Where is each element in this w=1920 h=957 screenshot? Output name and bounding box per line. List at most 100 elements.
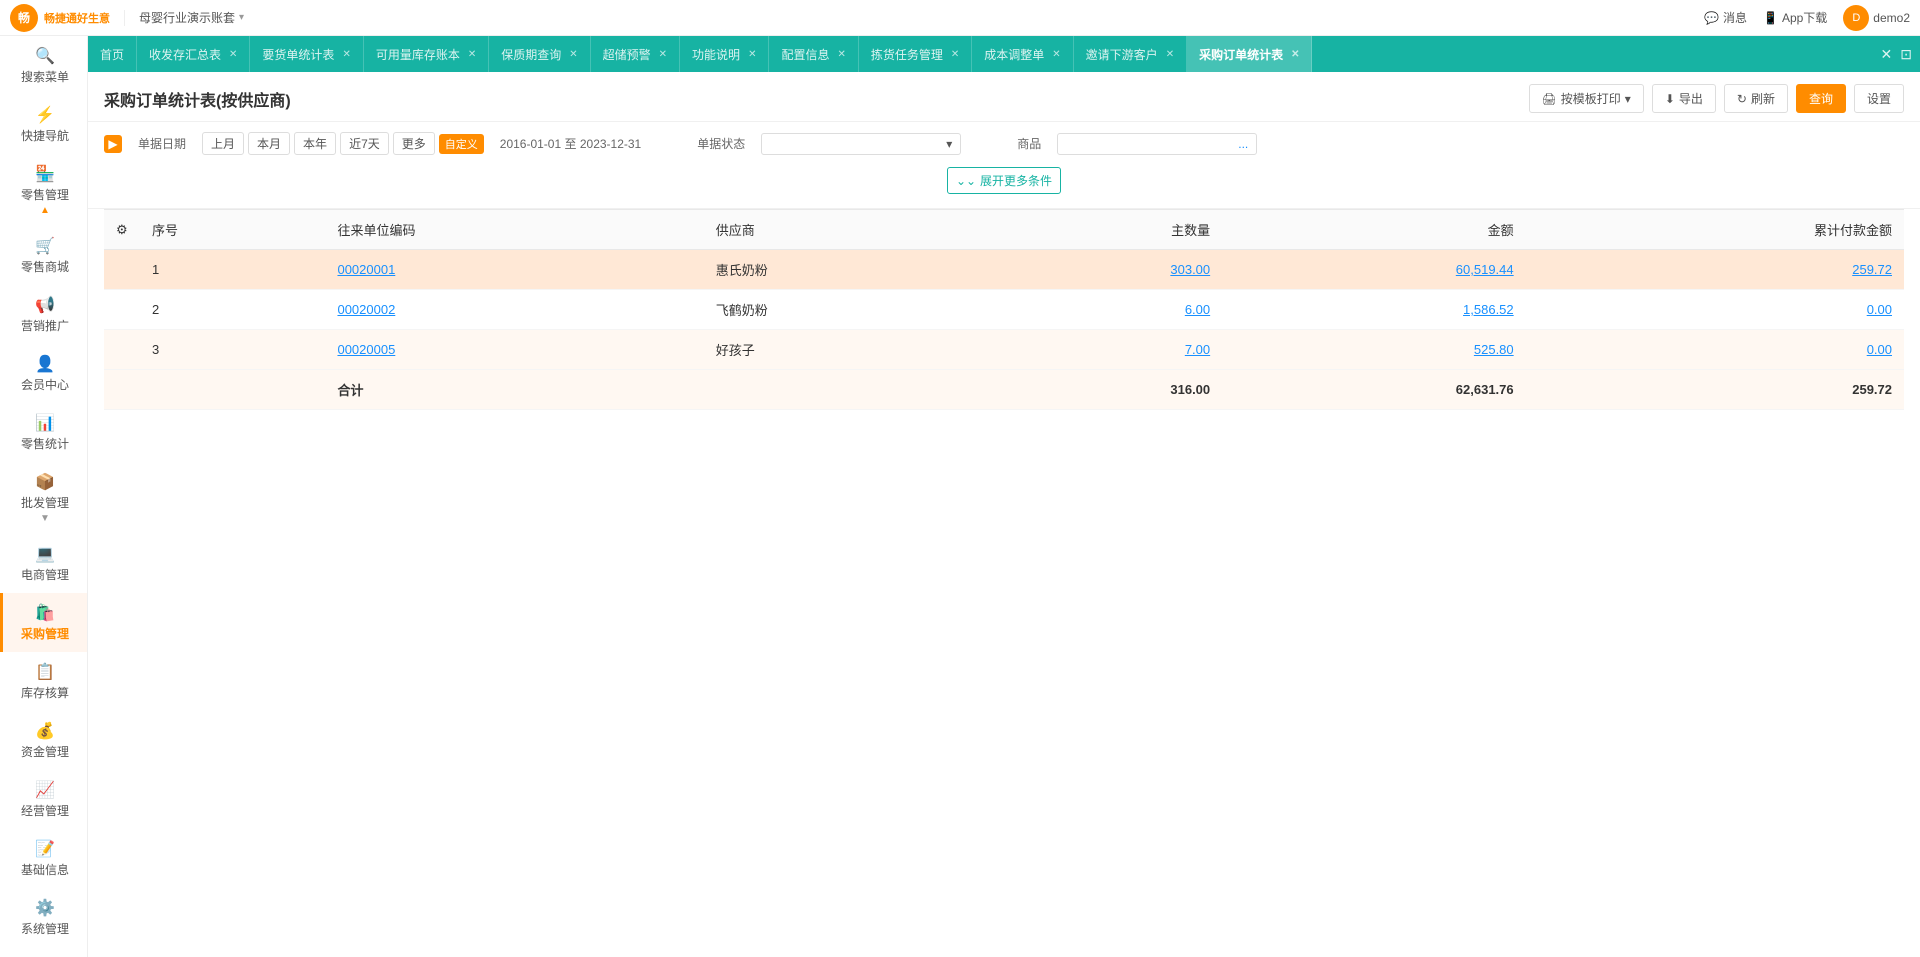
sidebar-item-quick-nav[interactable]: ⚡ 快捷导航 — [0, 95, 87, 154]
row2-amount[interactable]: 1,586.52 — [1222, 290, 1526, 330]
table-row[interactable]: 3 00020005 好孩子 7.00 525.80 — [104, 330, 1904, 370]
date-btn-last-month[interactable]: 上月 — [202, 132, 244, 155]
filter-toggle-icon[interactable]: ▶ — [104, 135, 122, 153]
sidebar-retail-mgmt-label: 零售管理 — [21, 186, 69, 203]
row2-paid-amount-link[interactable]: 0.00 — [1867, 302, 1892, 317]
row2-supplier-code-link[interactable]: 00020002 — [337, 302, 395, 317]
sidebar-item-inventory[interactable]: 📋 库存核算 — [0, 652, 87, 711]
tab-collect-send[interactable]: 收发存汇总表 ✕ — [137, 36, 250, 72]
tab-available-inventory-close-icon[interactable]: ✕ — [468, 49, 476, 60]
quick-nav-icon: ⚡ — [35, 105, 55, 125]
sidebar-item-search[interactable]: 🔍 搜索菜单 — [0, 36, 87, 95]
tab-cost-adjust[interactable]: 成本调整单 ✕ — [972, 36, 1073, 72]
col-settings[interactable]: ⚙ — [104, 210, 140, 250]
row2-amount-link[interactable]: 1,586.52 — [1463, 302, 1514, 317]
table-row[interactable]: 2 00020002 飞鹤奶粉 6.00 1,586.52 — [104, 290, 1904, 330]
row3-supplier-code-link[interactable]: 00020005 — [337, 342, 395, 357]
tab-func-desc[interactable]: 功能说明 ✕ — [680, 36, 769, 72]
tab-overstock-close-icon[interactable]: ✕ — [659, 49, 667, 60]
tab-invite-downstream[interactable]: 邀请下游客户 ✕ — [1074, 36, 1187, 72]
tab-cost-adjust-close-icon[interactable]: ✕ — [1052, 49, 1060, 60]
row3-amount-link[interactable]: 525.80 — [1474, 342, 1514, 357]
sidebar-item-basic-info[interactable]: 📝 基础信息 — [0, 829, 87, 888]
tab-overstock[interactable]: 超储预警 ✕ — [591, 36, 680, 72]
tab-available-inventory[interactable]: 可用量库存账本 ✕ — [364, 36, 489, 72]
row2-settings-cell — [104, 290, 140, 330]
export-btn[interactable]: ⬇ 导出 — [1652, 84, 1716, 113]
settings-btn[interactable]: 设置 — [1854, 84, 1904, 113]
tab-home[interactable]: 首页 — [88, 36, 137, 72]
tab-pick-task[interactable]: 拣货任务管理 ✕ — [859, 36, 972, 72]
workspace-selector[interactable]: 母婴行业演示账套 ▾ — [139, 9, 244, 26]
col-settings-icon[interactable]: ⚙ — [116, 222, 128, 237]
date-btn-more[interactable]: 更多 — [393, 132, 435, 155]
date-btn-this-year[interactable]: 本年 — [294, 132, 336, 155]
tab-purchase-order-stats[interactable]: 采购订单统计表 ✕ — [1187, 36, 1312, 72]
row3-amount[interactable]: 525.80 — [1222, 330, 1526, 370]
retail-mgmt-icon: 🏪 — [35, 164, 55, 184]
table-row[interactable]: 1 00020001 惠氏奶粉 303.00 60,519.44 — [104, 250, 1904, 290]
sidebar-item-retail-stats[interactable]: 📊 零售统计 — [0, 403, 87, 462]
sidebar-item-member[interactable]: 👤 会员中心 — [0, 344, 87, 403]
status-select[interactable]: ▾ — [761, 133, 961, 155]
tab-purchase-order-stats-close-icon[interactable]: ✕ — [1291, 49, 1299, 60]
row2-paid-amount[interactable]: 0.00 — [1526, 290, 1904, 330]
query-btn[interactable]: 查询 — [1796, 84, 1846, 113]
tab-purchase-single[interactable]: 要货单统计表 ✕ — [250, 36, 363, 72]
date-btn-this-month[interactable]: 本月 — [248, 132, 290, 155]
row2-main-qty[interactable]: 6.00 — [986, 290, 1222, 330]
sidebar-item-wholesale[interactable]: 📦 批发管理 ▼ — [0, 462, 87, 534]
sidebar-marketing-label: 营销推广 — [21, 317, 69, 334]
tab-config-info[interactable]: 配置信息 ✕ — [769, 36, 858, 72]
tab-warranty[interactable]: 保质期查询 ✕ — [489, 36, 590, 72]
tab-expand-icon[interactable]: ⊡ — [1900, 46, 1912, 63]
row1-supplier-code-link[interactable]: 00020001 — [337, 262, 395, 277]
tab-func-desc-close-icon[interactable]: ✕ — [748, 49, 756, 60]
row3-paid-amount-link[interactable]: 0.00 — [1867, 342, 1892, 357]
date-btn-7days[interactable]: 近7天 — [340, 132, 389, 155]
page-inner: 采购订单统计表(按供应商) 🖨 按模板打印 ▾ ⬇ 导出 ↻ — [88, 72, 1920, 957]
print-btn[interactable]: 🖨 按模板打印 ▾ — [1529, 84, 1644, 113]
col-main-qty: 主数量 — [986, 210, 1222, 250]
sidebar-item-retail-mgmt[interactable]: 🏪 零售管理 ▲ — [0, 154, 87, 226]
row1-paid-amount[interactable]: 259.72 — [1526, 250, 1904, 290]
row2-main-qty-link[interactable]: 6.00 — [1185, 302, 1210, 317]
message-btn[interactable]: 💬 消息 — [1704, 9, 1747, 26]
tab-collect-send-close-icon[interactable]: ✕ — [229, 49, 237, 60]
sidebar-item-enterprise[interactable]: 🤝 企业协同 — [0, 947, 87, 957]
sidebar-item-marketing[interactable]: 📢 营销推广 — [0, 285, 87, 344]
goods-input[interactable]: ... — [1057, 133, 1257, 155]
goods-more-icon[interactable]: ... — [1238, 137, 1248, 151]
sidebar-item-sys-mgmt[interactable]: ⚙️ 系统管理 — [0, 888, 87, 947]
tab-warranty-close-icon[interactable]: ✕ — [569, 49, 577, 60]
tab-close-all-icon[interactable]: ✕ — [1881, 46, 1893, 63]
row1-amount-link[interactable]: 60,519.44 — [1456, 262, 1514, 277]
sidebar-item-ecommerce[interactable]: 💻 电商管理 — [0, 534, 87, 593]
row1-paid-amount-link[interactable]: 259.72 — [1852, 262, 1892, 277]
row1-supplier-code[interactable]: 00020001 — [325, 250, 703, 290]
wholesale-arrow-icon: ▼ — [40, 513, 50, 524]
content-area: 首页 收发存汇总表 ✕ 要货单统计表 ✕ 可用量库存账本 ✕ 保质期查询 ✕ 超… — [88, 36, 1920, 957]
col-supplier-name: 供应商 — [704, 210, 986, 250]
sidebar-item-purchase[interactable]: 🛍️ 采购管理 — [0, 593, 87, 652]
user-profile-btn[interactable]: D demo2 — [1843, 5, 1910, 31]
sidebar-item-retail-shop[interactable]: 🛒 零售商城 — [0, 226, 87, 285]
row3-main-qty[interactable]: 7.00 — [986, 330, 1222, 370]
app-download-btn[interactable]: 📱 App下载 — [1763, 9, 1827, 26]
row1-amount[interactable]: 60,519.44 — [1222, 250, 1526, 290]
tab-invite-downstream-close-icon[interactable]: ✕ — [1166, 49, 1174, 60]
expand-more-btn[interactable]: ⌄⌄ 展开更多条件 — [947, 167, 1061, 194]
row3-paid-amount[interactable]: 0.00 — [1526, 330, 1904, 370]
tab-purchase-single-close-icon[interactable]: ✕ — [342, 49, 350, 60]
row2-supplier-code[interactable]: 00020002 — [325, 290, 703, 330]
row3-main-qty-link[interactable]: 7.00 — [1185, 342, 1210, 357]
refresh-btn[interactable]: ↻ 刷新 — [1724, 84, 1788, 113]
retail-mgmt-arrow-icon: ▲ — [40, 205, 50, 216]
sidebar-item-finance[interactable]: 💰 资金管理 — [0, 711, 87, 770]
row3-supplier-code[interactable]: 00020005 — [325, 330, 703, 370]
sidebar-item-operations[interactable]: 📈 经营管理 — [0, 770, 87, 829]
row1-main-qty-link[interactable]: 303.00 — [1170, 262, 1210, 277]
tab-pick-task-close-icon[interactable]: ✕ — [951, 49, 959, 60]
row1-main-qty[interactable]: 303.00 — [986, 250, 1222, 290]
tab-config-info-close-icon[interactable]: ✕ — [837, 49, 845, 60]
